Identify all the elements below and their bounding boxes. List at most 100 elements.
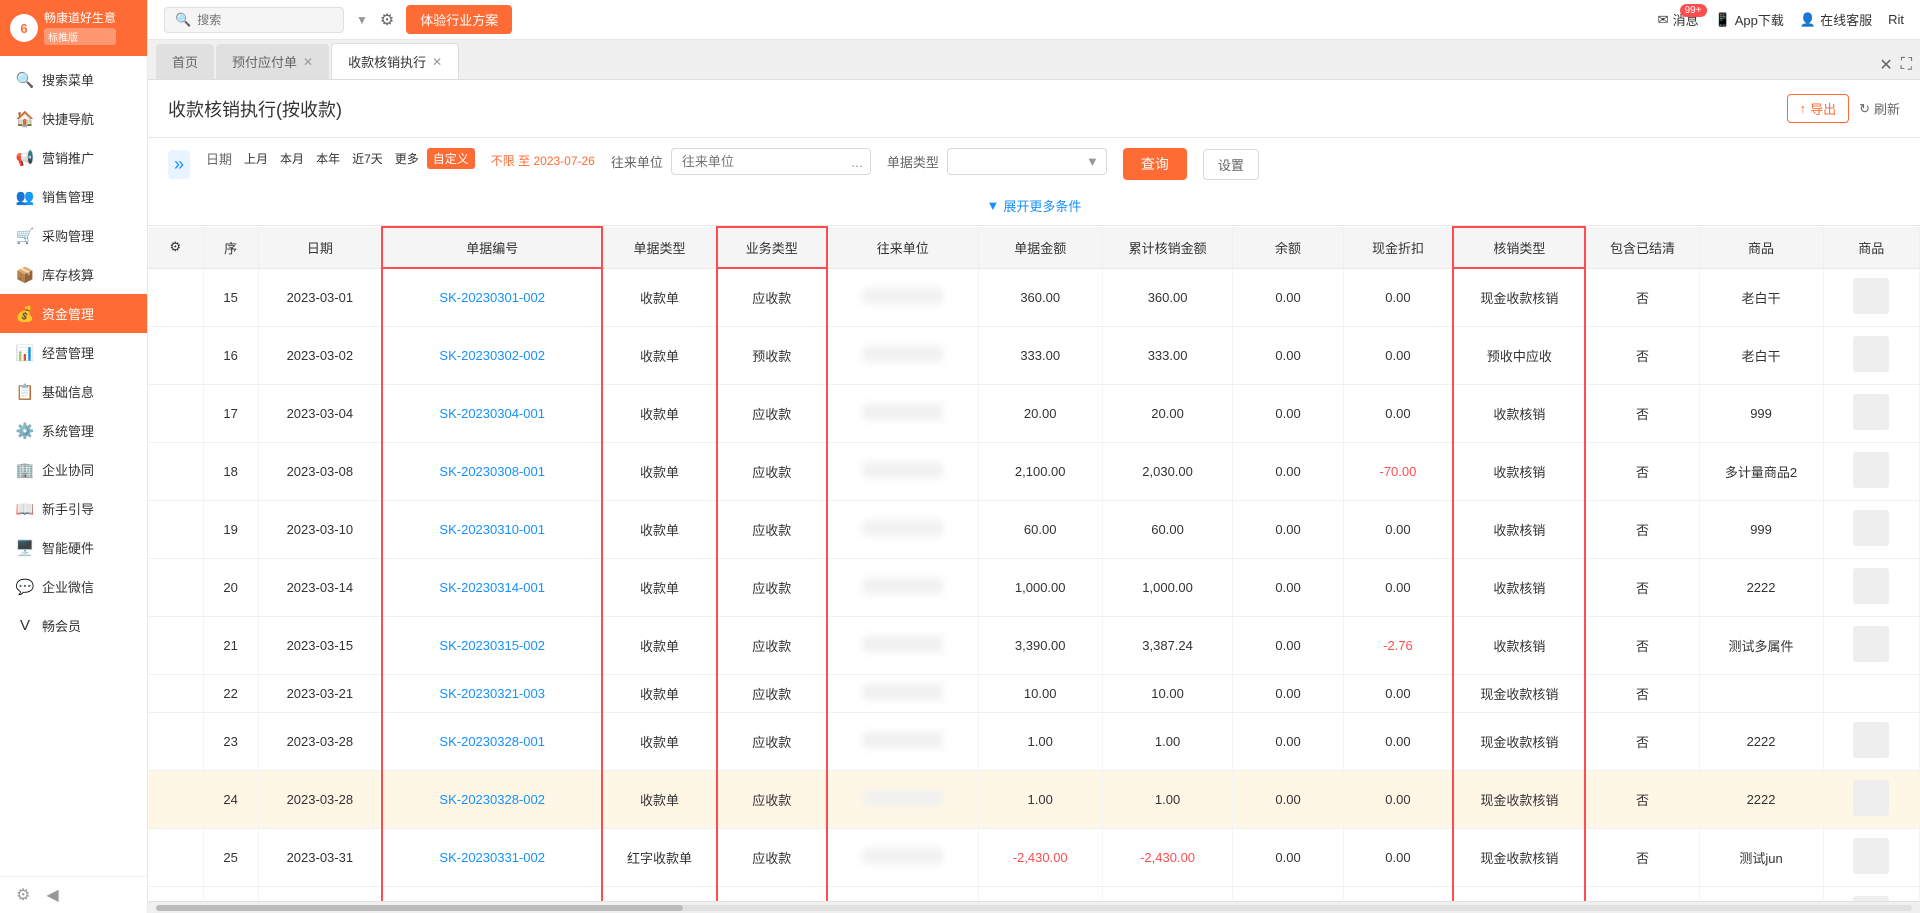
doc-link-1[interactable]: SK-20230302-002 — [439, 348, 545, 363]
header-search[interactable]: 🔍 — [164, 7, 344, 33]
sidebar-item-purchase[interactable]: 🛒 采购管理 — [0, 216, 147, 255]
cell-balance-7: 0.00 — [1233, 674, 1343, 712]
doc-link-4[interactable]: SK-20230310-001 — [439, 522, 545, 537]
doc-link-0[interactable]: SK-20230301-002 — [439, 290, 545, 305]
cell-discount-9: 0.00 — [1343, 770, 1453, 828]
data-table-container: ⚙ 序 日期 单据编号 单据类型 业务类型 往来单位 单据金额 累计核销金额 余… — [148, 226, 1920, 901]
page-header: 收款核销执行(按收款) ↑ 导出 ↻ 刷新 — [148, 80, 1920, 138]
message-button[interactable]: ✉ 消息 99+ — [1658, 10, 1699, 29]
tab-prepay[interactable]: 预付应付单✕ — [216, 44, 329, 79]
online-service-button[interactable]: 👤 在线客服 — [1800, 10, 1872, 29]
doc-link-5[interactable]: SK-20230314-001 — [439, 580, 545, 595]
cell-rownum-3 — [148, 442, 203, 500]
sidebar-item-guide[interactable]: 📖 新手引导 — [0, 489, 147, 528]
cell-partner-10 — [827, 828, 978, 886]
sidebar-item-search[interactable]: 🔍 搜索菜单 — [0, 60, 147, 99]
sidebar-item-marketing[interactable]: 📢 营销推广 — [0, 138, 147, 177]
partner-input[interactable] — [671, 148, 871, 175]
cell-biztype-8: 应收款 — [717, 712, 827, 770]
doc-link-9[interactable]: SK-20230328-002 — [439, 792, 545, 807]
filter-doctype-group: 单据类型 ▼ — [887, 148, 1107, 175]
doc-link-10[interactable]: SK-20230331-002 — [439, 850, 545, 865]
th-cancel-type: 核销类型 — [1453, 227, 1585, 268]
search-chevron-icon[interactable]: ▼ — [356, 13, 368, 27]
settings-icon[interactable]: ⚙ — [380, 10, 394, 30]
cell-doctype-8: 收款单 — [602, 712, 716, 770]
cell-canceltype-6: 收款核销 — [1453, 616, 1585, 674]
sidebar-item-member[interactable]: V 畅会员 — [0, 606, 147, 645]
date-this-month[interactable]: 本月 — [276, 148, 308, 169]
cell-product-10: 测试jun — [1699, 828, 1823, 886]
sidebar-item-corp[interactable]: 🏢 企业协同 — [0, 450, 147, 489]
collapse-icon[interactable]: ◀ — [46, 885, 58, 905]
doc-link-3[interactable]: SK-20230308-001 — [439, 464, 545, 479]
sidebar-item-finance[interactable]: 💰 资金管理 — [0, 294, 147, 333]
partner-search-icon[interactable]: ... — [851, 154, 863, 170]
cell-productimg-2 — [1823, 384, 1920, 442]
th-doc-type: 单据类型 — [602, 227, 716, 268]
expand-tab-btn[interactable]: ⛶ — [1901, 56, 1912, 74]
doc-link-2[interactable]: SK-20230304-001 — [439, 406, 545, 421]
setting-button[interactable]: 设置 — [1203, 149, 1259, 180]
sidebar-menu: 🔍 搜索菜单 🏠 快捷导航 📢 营销推广 👥 销售管理 🛒 采购管理 📦 库存核… — [0, 56, 147, 876]
cell-include-1: 否 — [1585, 326, 1699, 384]
cell-include-9: 否 — [1585, 770, 1699, 828]
cell-amount-5: 1,000.00 — [978, 558, 1102, 616]
date-custom[interactable]: 自定义 — [427, 148, 475, 169]
settings-bottom-icon[interactable]: ⚙ — [16, 885, 30, 905]
scroll-bar[interactable] — [148, 901, 1920, 913]
sidebar-bottom: ⚙ ◀ — [0, 876, 147, 913]
search-input[interactable] — [197, 13, 333, 27]
doc-link-6[interactable]: SK-20230315-002 — [439, 638, 545, 653]
date-7days[interactable]: 近7天 — [348, 148, 387, 169]
export-button[interactable]: ↑ 导出 — [1787, 94, 1850, 123]
cell-balance-0: 0.00 — [1233, 268, 1343, 326]
tab-home[interactable]: 首页 — [156, 44, 214, 79]
date-more[interactable]: 更多 — [391, 148, 423, 169]
cell-accamount-0: 360.00 — [1102, 268, 1233, 326]
sidebar-item-inventory[interactable]: 📦 库存核算 — [0, 255, 147, 294]
app-download-button[interactable]: 📱 App下载 — [1715, 10, 1784, 29]
cell-product-0: 老白干 — [1699, 268, 1823, 326]
tab-close-prepay[interactable]: ✕ — [303, 55, 313, 69]
filter-expand-button[interactable]: » — [168, 150, 190, 179]
cell-date-6: 2023-03-15 — [258, 616, 382, 674]
doc-link-7[interactable]: SK-20230321-003 — [439, 686, 545, 701]
date-prev-month[interactable]: 上月 — [240, 148, 272, 169]
sidebar-item-basic[interactable]: 📋 基础信息 — [0, 372, 147, 411]
cell-accamount-3: 2,030.00 — [1102, 442, 1233, 500]
sidebar-item-wechat[interactable]: 💬 企业微信 — [0, 567, 147, 606]
tab-receipt[interactable]: 收款核销执行✕ — [331, 43, 459, 79]
doc-link-8[interactable]: SK-20230328-001 — [439, 734, 545, 749]
cell-partner-4 — [827, 500, 978, 558]
cell-discount-6: -2.76 — [1343, 616, 1453, 674]
refresh-button[interactable]: ↻ 刷新 — [1859, 94, 1900, 123]
sidebar-item-system[interactable]: ⚙️ 系统管理 — [0, 411, 147, 450]
filter-bar: » 日期 上月 本月 本年 近7天 更多 自定义 不限 至 2023-07-26… — [148, 138, 1920, 226]
expand-more-button[interactable]: ▼ 展开更多条件 — [987, 196, 1082, 215]
cell-discount-10: 0.00 — [1343, 828, 1453, 886]
close-tab-btn[interactable]: ✕ — [1879, 55, 1892, 75]
wechat-label: 企业微信 — [42, 577, 94, 596]
data-table: ⚙ 序 日期 单据编号 单据类型 业务类型 往来单位 单据金额 累计核销金额 余… — [148, 226, 1920, 901]
sidebar-item-operations[interactable]: 📊 经营管理 — [0, 333, 147, 372]
cell-amount-0: 360.00 — [978, 268, 1102, 326]
doc-type-select[interactable] — [947, 148, 1107, 175]
solution-button[interactable]: 体验行业方案 — [406, 5, 512, 34]
date-this-year[interactable]: 本年 — [312, 148, 344, 169]
th-settings[interactable]: ⚙ — [148, 227, 203, 268]
query-button[interactable]: 查询 — [1123, 148, 1187, 180]
cell-discount-0: 0.00 — [1343, 268, 1453, 326]
sidebar-item-quick-nav[interactable]: 🏠 快捷导航 — [0, 99, 147, 138]
cell-amount-4: 60.00 — [978, 500, 1102, 558]
tab-close-receipt[interactable]: ✕ — [432, 55, 442, 69]
sidebar-item-hardware[interactable]: 🖥️ 智能硬件 — [0, 528, 147, 567]
cell-balance-5: 0.00 — [1233, 558, 1343, 616]
cell-date-8: 2023-03-28 — [258, 712, 382, 770]
cell-balance-3: 0.00 — [1233, 442, 1343, 500]
cell-doctype-10: 红字收款单 — [602, 828, 716, 886]
cell-partner-8 — [827, 712, 978, 770]
sidebar-item-sales[interactable]: 👥 销售管理 — [0, 177, 147, 216]
cell-no-5: 20 — [203, 558, 258, 616]
table-row: 24 2023-03-28 SK-20230328-002 收款单 应收款 1.… — [148, 770, 1920, 828]
